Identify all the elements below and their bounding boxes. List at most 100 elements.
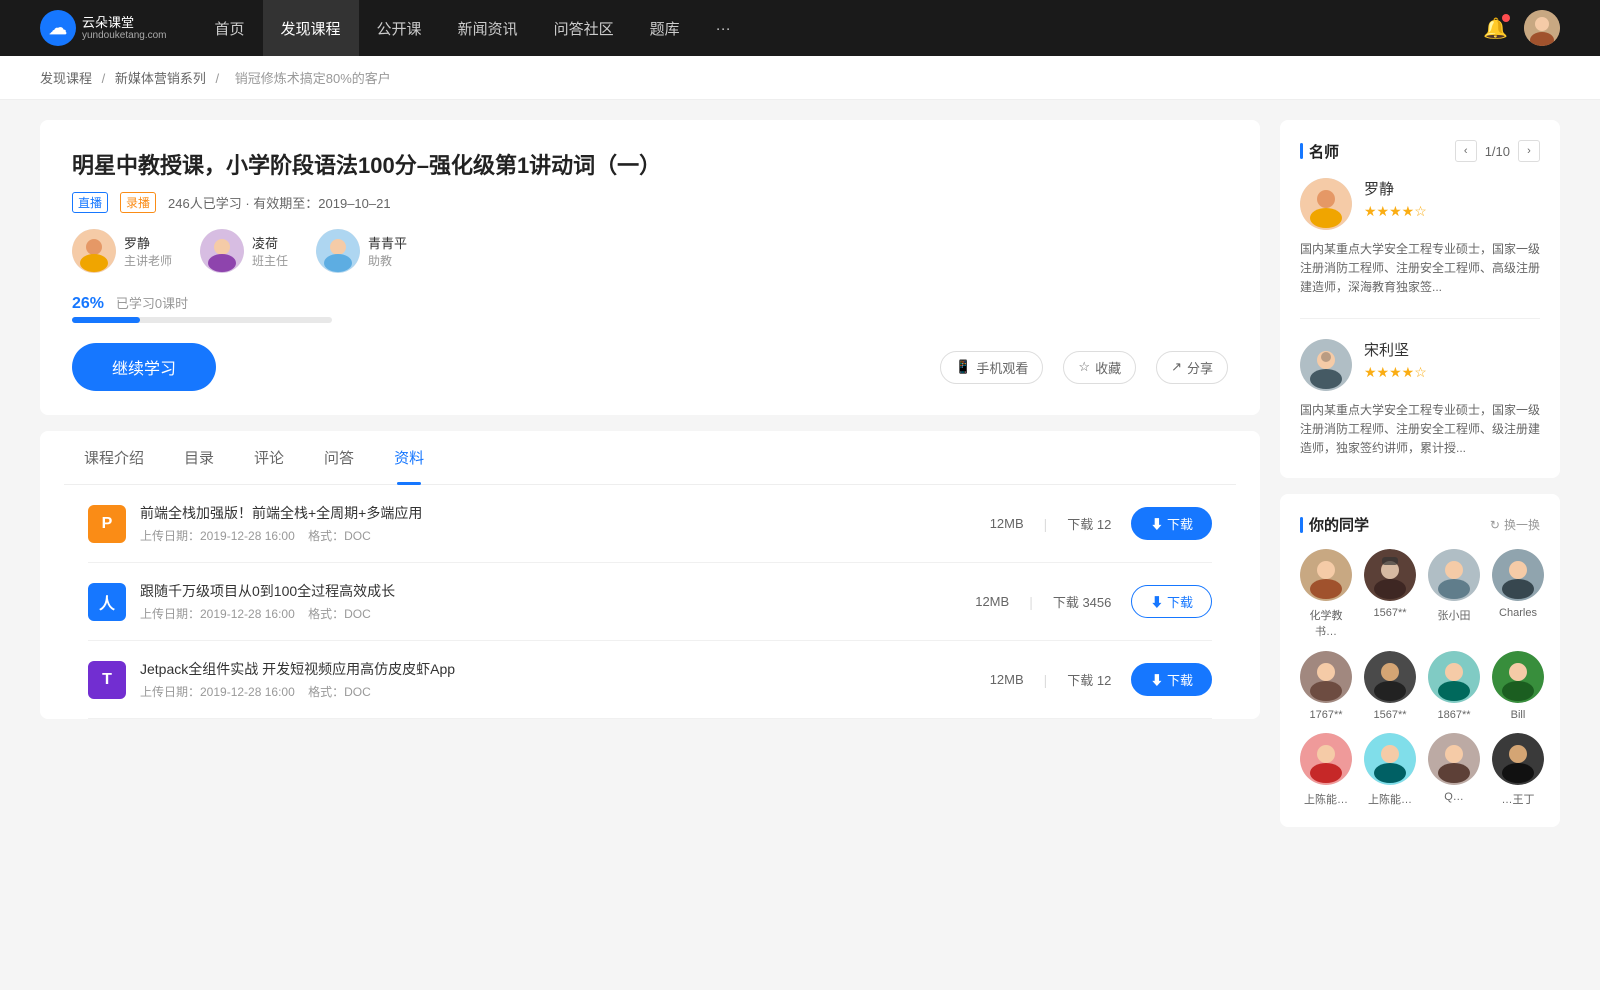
content-area: 明星中教授课，小学阶段语法100分–强化级第1讲动词（一） 直播 录播 246人…: [40, 120, 1260, 843]
classmate-name-10: Q…: [1444, 791, 1464, 803]
classmate-avatar-11: [1492, 733, 1544, 785]
classmate-avatar-4: [1300, 651, 1352, 703]
classmate-item-4: 1767**: [1300, 651, 1352, 721]
classmate-item-6: 1867**: [1428, 651, 1480, 721]
resource-right-1: 12MB | 下载 3456 ⬇ 下载: [975, 585, 1212, 618]
teachers-panel: 名师 ‹ 1/10 ›: [1280, 120, 1560, 478]
course-actions: 继续学习 📱 手机观看 ☆ 收藏 ↗ 分享: [72, 343, 1228, 391]
tab-catalog[interactable]: 目录: [164, 431, 234, 484]
teachers-next-button[interactable]: ›: [1518, 140, 1540, 162]
nav-item-more[interactable]: ···: [698, 0, 749, 56]
nav-item-discover[interactable]: 发现课程: [263, 0, 359, 56]
tc-name-0: 罗静: [1364, 178, 1427, 199]
teacher-info-2: 青青平 助教: [368, 233, 407, 269]
classmates-grid: 化学教书… 1567**: [1300, 549, 1540, 807]
teacher-avatar-2: [316, 229, 360, 273]
action-buttons: 📱 手机观看 ☆ 收藏 ↗ 分享: [940, 351, 1228, 384]
resource-info-1: 跟随千万级项目从0到100全过程高效成长 上传日期：2019-12-28 16:…: [140, 581, 961, 622]
resource-item-2: T Jetpack全组件实战 开发短视频应用高仿皮皮虾App 上传日期：2019…: [88, 641, 1212, 719]
notification-bell[interactable]: 🔔: [1483, 16, 1508, 41]
user-avatar[interactable]: [1524, 10, 1560, 46]
collect-button[interactable]: ☆ 收藏: [1063, 351, 1136, 384]
share-button[interactable]: ↗ 分享: [1156, 351, 1228, 384]
tc-desc-0: 国内某重点大学安全工程专业硕士，国家一级注册消防工程师、注册安全工程师、高级注册…: [1300, 240, 1540, 298]
tab-comments[interactable]: 评论: [234, 431, 304, 484]
progress-bar-fill: [72, 317, 140, 323]
logo-text: 云朵课堂 yundouketang.com: [82, 15, 167, 42]
badge-record: 录播: [120, 192, 156, 213]
nav-item-bank[interactable]: 题库: [632, 0, 698, 56]
resource-info-0: 前端全栈加强版！前端全栈+全周期+多端应用 上传日期：2019-12-28 16…: [140, 503, 976, 544]
teacher-name-2: 青青平: [368, 233, 407, 252]
classmate-avatar-3: [1492, 549, 1544, 601]
progress-section: 26% 已学习0课时: [72, 293, 1228, 323]
tc-stars-1: ★★★★☆: [1364, 364, 1427, 381]
main-layout: 明星中教授课，小学阶段语法100分–强化级第1讲动词（一） 直播 录播 246人…: [0, 100, 1600, 863]
teacher-list: 罗静 主讲老师 凌荷 班主任: [72, 229, 1228, 273]
teacher-card-1: 宋利坚 ★★★★☆ 国内某重点大学安全工程专业硕士，国家一级注册消防工程师、注册…: [1300, 339, 1540, 459]
logo-icon: ☁: [40, 10, 76, 46]
teacher-item-2: 青青平 助教: [316, 229, 407, 273]
classmate-item-1: 1567**: [1364, 549, 1416, 639]
navigation: ☁ 云朵课堂 yundouketang.com 首页 发现课程 公开课 新闻资讯…: [0, 0, 1600, 56]
tc-stars-0: ★★★★☆: [1364, 203, 1427, 220]
download-button-1[interactable]: ⬇ 下载: [1131, 585, 1212, 618]
tc-avatar-1: [1300, 339, 1352, 391]
course-meta: 直播 录播 246人已学习 · 有效期至：2019–10–21: [72, 192, 1228, 213]
breadcrumb: 发现课程 / 新媒体营销系列 / 销冠修炼术搞定80%的客户: [0, 56, 1600, 100]
classmate-avatar-1: [1364, 549, 1416, 601]
classmate-name-8: 上陈能…: [1304, 791, 1348, 807]
classmate-name-6: 1867**: [1437, 709, 1470, 721]
nav-item-qa[interactable]: 问答社区: [536, 0, 632, 56]
classmate-item-10: Q…: [1428, 733, 1480, 807]
teachers-nav: ‹ 1/10 ›: [1455, 140, 1540, 162]
mobile-watch-button[interactable]: 📱 手机观看: [940, 351, 1043, 384]
resource-name-0: 前端全栈加强版！前端全栈+全周期+多端应用: [140, 503, 976, 523]
nav-item-open[interactable]: 公开课: [359, 0, 440, 56]
teacher-avatar-1: [200, 229, 244, 273]
classmate-avatar-8: [1300, 733, 1352, 785]
breadcrumb-link-discover[interactable]: 发现课程: [40, 71, 92, 86]
resource-item: P 前端全栈加强版！前端全栈+全周期+多端应用 上传日期：2019-12-28 …: [88, 485, 1212, 563]
download-button-2[interactable]: ⬇ 下载: [1131, 663, 1212, 696]
classmate-item-2: 张小田: [1428, 549, 1480, 639]
classmate-avatar-10: [1428, 733, 1480, 785]
resource-list: P 前端全栈加强版！前端全栈+全周期+多端应用 上传日期：2019-12-28 …: [64, 485, 1236, 719]
classmates-refresh-button[interactable]: ↻ 换一换: [1490, 516, 1540, 533]
badge-live: 直播: [72, 192, 108, 213]
breadcrumb-link-series[interactable]: 新媒体营销系列: [115, 71, 206, 86]
teachers-prev-button[interactable]: ‹: [1455, 140, 1477, 162]
classmate-item-0: 化学教书…: [1300, 549, 1352, 639]
classmate-name-2: 张小田: [1438, 607, 1471, 623]
classmate-avatar-2: [1428, 549, 1480, 601]
teachers-panel-header: 名师 ‹ 1/10 ›: [1300, 140, 1540, 162]
course-card: 明星中教授课，小学阶段语法100分–强化级第1讲动词（一） 直播 录播 246人…: [40, 120, 1260, 415]
tab-qa[interactable]: 问答: [304, 431, 374, 484]
resource-dl-count-1: 下载 3456: [1053, 592, 1112, 611]
continue-button[interactable]: 继续学习: [72, 343, 216, 391]
classmate-name-1: 1567**: [1373, 607, 1406, 619]
classmate-avatar-7: [1492, 651, 1544, 703]
resource-icon-2: T: [88, 661, 126, 699]
teacher-name-1: 凌荷: [252, 233, 288, 252]
teacher-info-1: 凌荷 班主任: [252, 233, 288, 269]
nav-item-news[interactable]: 新闻资讯: [440, 0, 536, 56]
tabs-card: 课程介绍 目录 评论 问答 资料 P 前端全栈加强版！前端全栈+全周期+多端应用…: [40, 431, 1260, 719]
teacher-item-1: 凌荷 班主任: [200, 229, 288, 273]
tab-resources[interactable]: 资料: [374, 431, 444, 484]
classmate-item-11: …王丁: [1492, 733, 1544, 807]
download-button-0[interactable]: ⬇ 下载: [1131, 507, 1212, 540]
mobile-icon: 📱: [955, 359, 971, 375]
classmate-name-11: …王丁: [1502, 791, 1535, 807]
nav-item-home[interactable]: 首页: [197, 0, 263, 56]
teacher-role-0: 主讲老师: [124, 252, 172, 269]
resource-info-2: Jetpack全组件实战 开发短视频应用高仿皮皮虾App 上传日期：2019-1…: [140, 659, 976, 700]
logo[interactable]: ☁ 云朵课堂 yundouketang.com: [40, 10, 167, 46]
resource-dl-count-0: 下载 12: [1067, 514, 1111, 533]
teachers-panel-title: 名师: [1300, 141, 1339, 162]
classmate-name-9: 上陈能…: [1368, 791, 1412, 807]
resource-meta-1: 上传日期：2019-12-28 16:00 格式：DOC: [140, 605, 961, 622]
resource-icon-1: 人: [88, 583, 126, 621]
tab-intro[interactable]: 课程介绍: [64, 431, 164, 484]
resource-dl-count-2: 下载 12: [1067, 670, 1111, 689]
